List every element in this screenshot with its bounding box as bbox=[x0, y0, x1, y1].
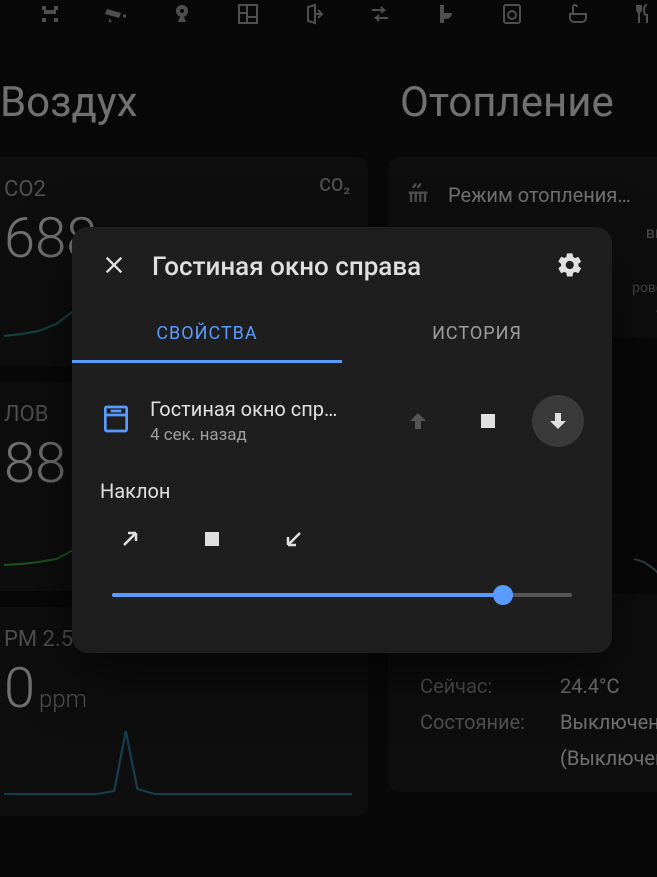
modal-tabs: Свойства История bbox=[72, 307, 612, 363]
tab-properties[interactable]: Свойства bbox=[72, 307, 342, 363]
close-icon bbox=[100, 251, 128, 279]
stop-icon bbox=[481, 414, 495, 428]
cover-open-button[interactable] bbox=[392, 395, 444, 447]
tilt-close-button[interactable] bbox=[276, 521, 312, 557]
cover-control-row: Гостиная окно спр… 4 сек. назад bbox=[100, 381, 584, 461]
arrow-down-icon bbox=[546, 409, 570, 433]
window-icon bbox=[100, 403, 132, 439]
gear-icon bbox=[556, 251, 584, 279]
arrow-up-right-icon bbox=[118, 527, 142, 551]
cover-close-button[interactable] bbox=[532, 395, 584, 447]
tilt-stop-button[interactable] bbox=[194, 521, 230, 557]
tilt-slider[interactable] bbox=[112, 585, 572, 605]
settings-button[interactable] bbox=[556, 251, 584, 283]
modal-title: Гостиная окно справа bbox=[152, 252, 532, 282]
arrow-up-icon bbox=[406, 409, 430, 433]
stop-icon bbox=[205, 532, 219, 546]
slider-thumb[interactable] bbox=[493, 585, 513, 605]
entity-name: Гостиная окно спр… bbox=[150, 397, 374, 421]
slider-fill bbox=[112, 593, 503, 597]
tilt-label: Наклон bbox=[100, 479, 584, 503]
arrow-down-left-icon bbox=[282, 527, 306, 551]
entity-modal: Гостиная окно справа Свойства История Го… bbox=[72, 227, 612, 653]
tab-history[interactable]: История bbox=[342, 307, 612, 363]
cover-stop-button[interactable] bbox=[462, 395, 514, 447]
tilt-open-button[interactable] bbox=[112, 521, 148, 557]
close-button[interactable] bbox=[100, 251, 128, 283]
entity-time: 4 сек. назад bbox=[150, 425, 374, 445]
